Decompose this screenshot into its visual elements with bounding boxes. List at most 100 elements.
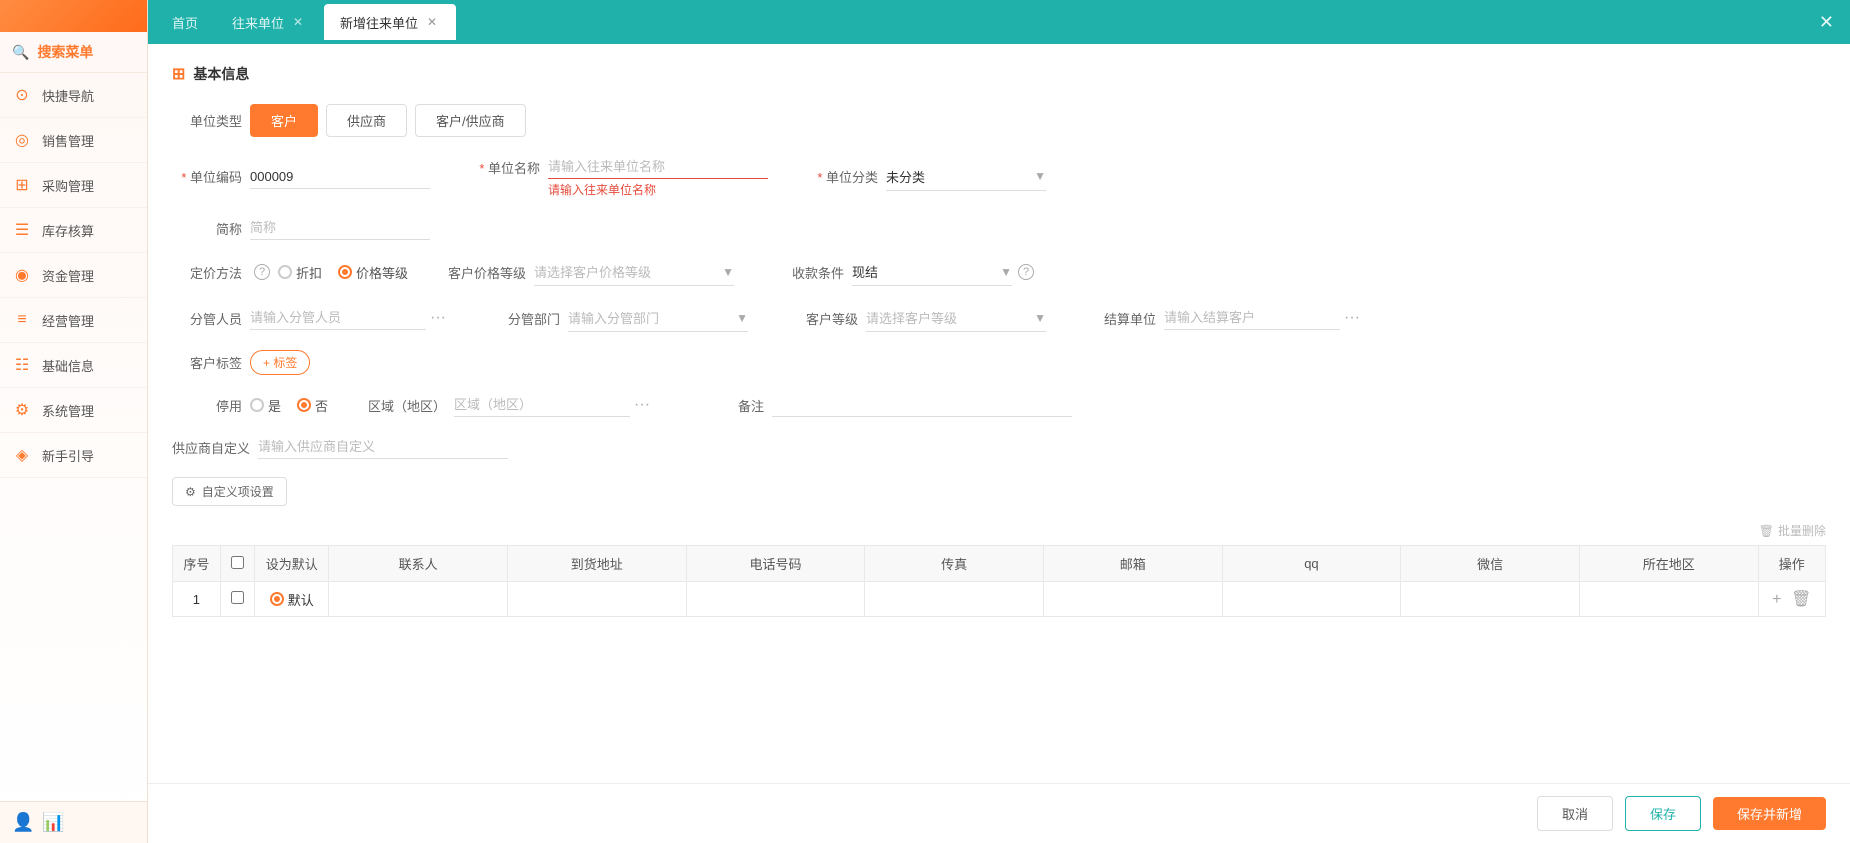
sidebar-label-quick-nav: 快捷导航: [42, 86, 94, 105]
pricing-method-group: 定价方法 ? 折扣 价格等级: [172, 263, 408, 282]
code-name-category-row: 单位编码 单位名称 请输入往来单位名称 单位分类 未分类 ▼: [172, 155, 1826, 198]
row-select-checkbox[interactable]: [231, 591, 244, 604]
sidebar-item-system[interactable]: ⚙ 系统管理: [0, 388, 147, 433]
unit-type-supplier-btn[interactable]: 供应商: [326, 104, 407, 137]
supplier-custom-input[interactable]: [258, 435, 508, 459]
unit-type-customer-btn[interactable]: 客户: [250, 104, 318, 137]
cancel-button[interactable]: 取消: [1537, 796, 1613, 831]
contacts-table: 序号 设为默认 联系人 到货地址 电话号码 传真 邮箱 qq 微信 所在地区 操…: [172, 545, 1826, 617]
tab-close-add-partner[interactable]: ✕: [424, 14, 440, 30]
sidebar-label-sales: 销售管理: [42, 131, 94, 150]
email-input[interactable]: [1054, 593, 1212, 607]
short-name-input[interactable]: [250, 216, 430, 240]
short-name-label: 简称: [172, 219, 242, 238]
row-contact[interactable]: [329, 582, 508, 617]
window-close-button[interactable]: ✕: [1811, 8, 1842, 37]
customer-level-chevron: ▼: [1034, 311, 1046, 325]
row-fax[interactable]: [865, 582, 1044, 617]
sidebar: 🔍 搜索菜单 ⊙ 快捷导航 ◎ 销售管理 ⊞ 采购管理 ☰ 库存核算 ◉ 资金管…: [0, 0, 148, 843]
settlement-input[interactable]: [1164, 306, 1340, 330]
row-add-btn[interactable]: +: [1769, 591, 1784, 608]
settlement-more-btn[interactable]: ···: [1340, 309, 1364, 327]
footer: 取消 保存 保存并新增: [148, 783, 1850, 843]
manager-row: 分管人员 ··· 分管部门 请输入分管部门 ▼ 客户等级 请选择客户等级 ▼ 结…: [172, 304, 1826, 332]
tab-add-partner[interactable]: 新增往来单位✕: [324, 4, 456, 40]
unit-code-input[interactable]: [250, 165, 430, 189]
manager-more-btn[interactable]: ···: [426, 309, 450, 327]
manager-label: 分管人员: [172, 309, 242, 328]
manager-input[interactable]: [250, 306, 426, 330]
row-checkbox[interactable]: [220, 582, 255, 617]
sidebar-item-sales[interactable]: ◎ 销售管理: [0, 118, 147, 163]
payment-terms-help-icon[interactable]: ?: [1018, 264, 1034, 280]
unit-category-chevron: ▼: [1034, 169, 1046, 183]
tab-home[interactable]: 首页: [156, 4, 214, 40]
inventory-icon: ☰: [12, 220, 32, 240]
pricing-radio-group: 折扣 价格等级: [278, 263, 408, 282]
contacts-table-section: 🗑 批量删除 序号 设为默认 联系人 到货地址 电话号码 传真 邮箱 qq: [172, 522, 1826, 617]
region-more-btn[interactable]: ···: [630, 396, 654, 414]
sidebar-label-newbie: 新手引导: [42, 446, 94, 465]
unit-name-input[interactable]: [548, 155, 768, 179]
row-wechat[interactable]: [1401, 582, 1580, 617]
phone-input[interactable]: [697, 593, 855, 607]
address-input[interactable]: [518, 593, 676, 607]
unit-category-select[interactable]: 未分类 ▼: [886, 163, 1046, 191]
price-level-radio-outer: [338, 265, 352, 279]
department-select[interactable]: 请输入分管部门 ▼: [568, 304, 748, 332]
remark-input[interactable]: [772, 393, 1072, 417]
customer-level-label: 客户等级: [788, 309, 858, 328]
unit-type-label: 单位类型: [172, 111, 242, 130]
custom-settings-button[interactable]: ⚙ 自定义项设置: [172, 477, 287, 506]
sidebar-label-operation: 经营管理: [42, 311, 94, 330]
payment-terms-select[interactable]: 现结 ▼: [852, 258, 1012, 286]
col-fax: 传真: [865, 546, 1044, 582]
table-header-actions: 🗑 批量删除: [172, 522, 1826, 539]
row-qq[interactable]: [1222, 582, 1401, 617]
row-email[interactable]: [1043, 582, 1222, 617]
tab-partners[interactable]: 往来单位✕: [216, 4, 322, 40]
customer-level-select[interactable]: 请选择客户等级 ▼: [866, 304, 1046, 332]
sidebar-item-quick-nav[interactable]: ⊙ 快捷导航: [0, 73, 147, 118]
qq-input[interactable]: [1233, 593, 1391, 607]
tab-close-partners[interactable]: ✕: [290, 14, 306, 30]
sidebar-item-basic[interactable]: ☷ 基础信息: [0, 343, 147, 388]
sidebar-item-purchase[interactable]: ⊞ 采购管理: [0, 163, 147, 208]
row-phone[interactable]: [686, 582, 865, 617]
save-new-button[interactable]: 保存并新增: [1713, 797, 1826, 830]
row-default[interactable]: 默认: [255, 582, 329, 617]
row-delete-btn[interactable]: 🗑: [1788, 591, 1814, 608]
operation-icon: ≡: [12, 310, 32, 330]
sidebar-label-inventory: 库存核算: [42, 221, 94, 240]
sidebar-item-newbie[interactable]: ◈ 新手引导: [0, 433, 147, 478]
pricing-help-icon[interactable]: ?: [254, 264, 270, 280]
unit-type-both-btn[interactable]: 客户/供应商: [415, 104, 526, 137]
pricing-discount-option[interactable]: 折扣: [278, 263, 322, 282]
col-email: 邮箱: [1043, 546, 1222, 582]
sidebar-search[interactable]: 🔍 搜索菜单: [0, 32, 147, 73]
col-region: 所在地区: [1579, 546, 1758, 582]
row-address[interactable]: [507, 582, 686, 617]
batch-delete-button[interactable]: 🗑 批量删除: [1759, 522, 1826, 539]
save-button[interactable]: 保存: [1625, 796, 1701, 831]
sidebar-item-inventory[interactable]: ☰ 库存核算: [0, 208, 147, 253]
region-input[interactable]: [454, 393, 630, 417]
sidebar-item-finance[interactable]: ◉ 资金管理: [0, 253, 147, 298]
disabled-yes-option[interactable]: 是: [250, 396, 281, 415]
add-tag-button[interactable]: + 标签: [250, 350, 310, 375]
region-input[interactable]: [1590, 593, 1748, 607]
contact-input[interactable]: [339, 593, 497, 607]
customer-price-level-select[interactable]: 请选择客户价格等级 ▼: [534, 258, 734, 286]
discount-radio-outer: [278, 265, 292, 279]
fax-input[interactable]: [875, 593, 1033, 607]
wechat-input[interactable]: [1411, 593, 1569, 607]
sidebar-item-operation[interactable]: ≡ 经营管理: [0, 298, 147, 343]
select-all-checkbox[interactable]: [231, 556, 244, 569]
department-group: 分管部门 请输入分管部门 ▼: [490, 304, 748, 332]
row-region[interactable]: [1579, 582, 1758, 617]
disabled-yes-label: 是: [268, 396, 281, 415]
customer-tag-label: 客户标签: [172, 353, 242, 372]
disabled-no-option[interactable]: 否: [297, 396, 328, 415]
remark-label: 备注: [694, 396, 764, 415]
pricing-level-option[interactable]: 价格等级: [338, 263, 408, 282]
